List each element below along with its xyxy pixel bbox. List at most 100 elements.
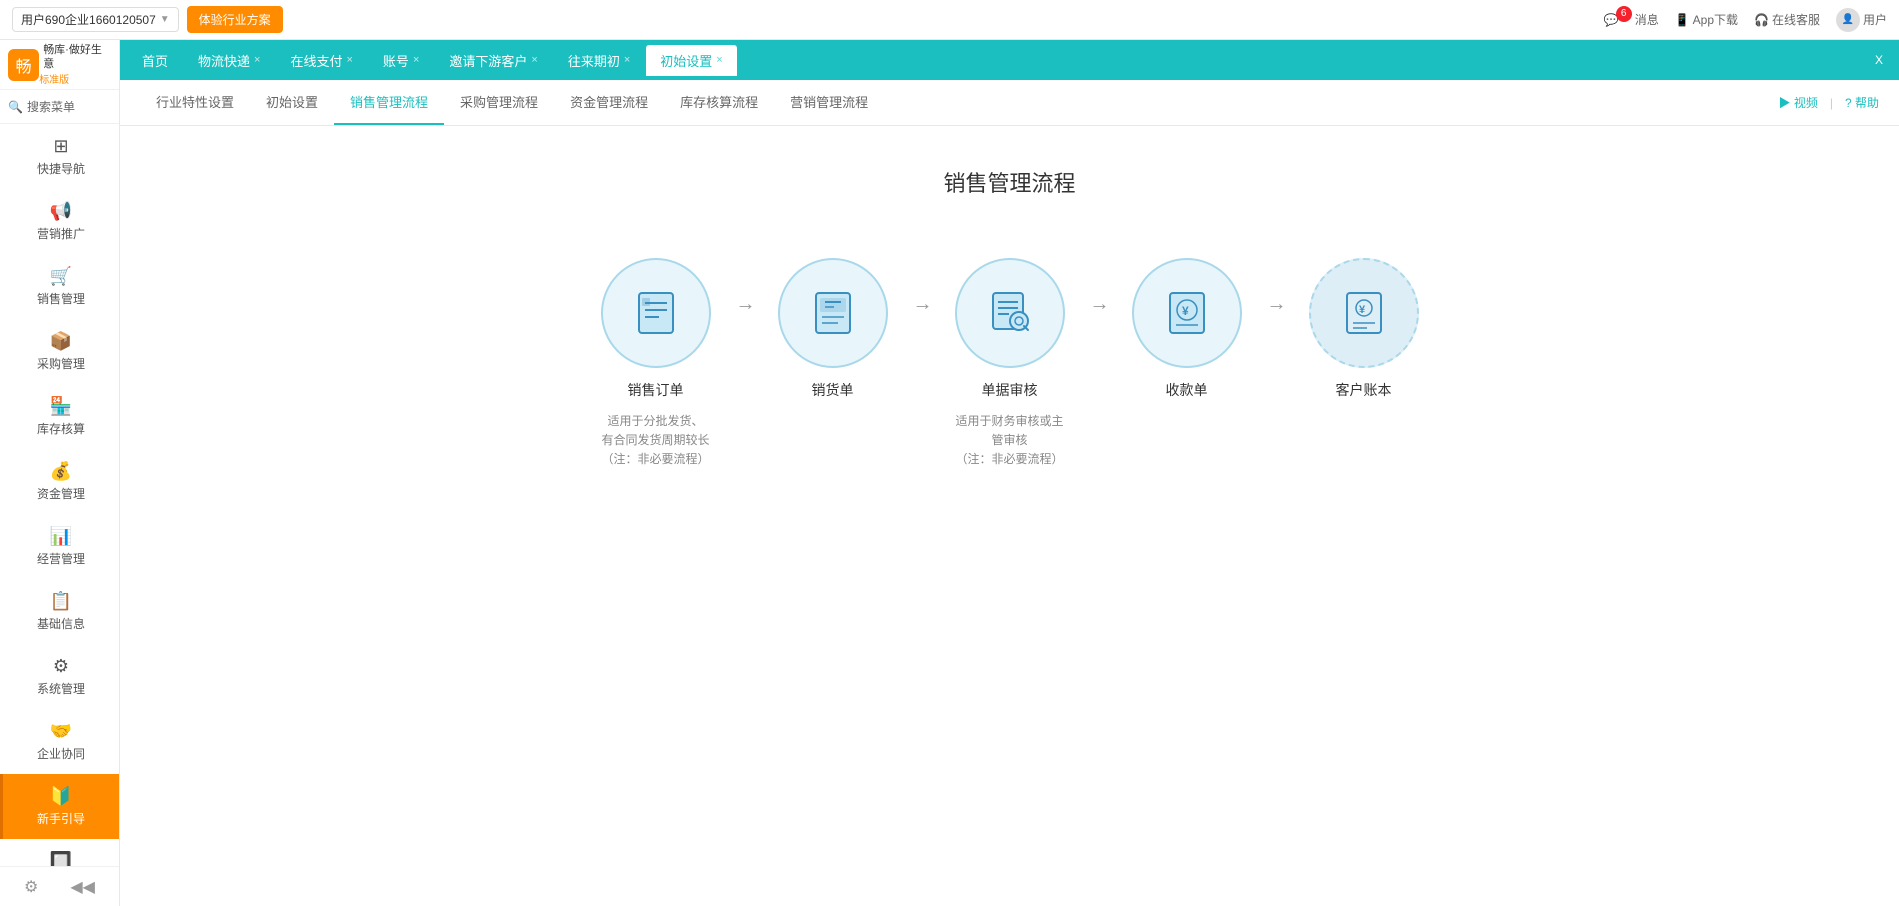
nav-tab-close-icon[interactable]: × (716, 54, 722, 66)
sidebar-item-purchase[interactable]: 📦 采购管理 (0, 319, 119, 384)
logo-sub-text: 标准版 (39, 71, 111, 86)
collapse-sidebar-icon[interactable]: ◀◀ (70, 877, 95, 897)
sidebar-item-inventory[interactable]: 🏪 库存核算 (0, 384, 119, 449)
sub-tab-purchase-flow[interactable]: 采购管理流程 (444, 80, 554, 125)
sidebar-item-new-guide[interactable]: 🔰 新手引导 (0, 774, 119, 839)
divider: | (1830, 96, 1833, 110)
video-label: 视频 (1794, 96, 1818, 110)
sidebar-logo: 畅 畅库·做好生意 标准版 (0, 40, 119, 90)
nav-tab-init-settings[interactable]: 初始设置 × (646, 45, 736, 76)
flow-desc-doc-review: 适用于财务审核或主管审核（注：非必要流程） (955, 412, 1063, 470)
sub-tab-inventory-flow[interactable]: 库存核算流程 (664, 80, 774, 125)
purchase-icon: 📦 (50, 331, 72, 352)
flow-item-customer-account: ¥ 客户账本 (1284, 258, 1444, 412)
nav-tab-label: 首页 (142, 51, 168, 70)
operations-icon: 📊 (50, 526, 72, 547)
sidebar-item-marketing[interactable]: 📢 营销推广 (0, 189, 119, 254)
nav-tab-logistics[interactable]: 物流快递 × (184, 45, 274, 76)
flow-item-doc-review: 单据审核 适用于财务审核或主管审核（注：非必要流程） (930, 258, 1090, 470)
sales-icon: 🛒 (50, 266, 72, 287)
flow-desc-sales-order: 适用于分批发货、有合同发货周期较长（注：非必要流程） (601, 412, 709, 470)
new-guide-icon: 🔰 (50, 786, 72, 807)
nav-tab-close-icon[interactable]: × (624, 54, 630, 66)
flow-item-sales-invoice: 销货单 (753, 258, 913, 412)
flow-diagram: 销售订单 适用于分批发货、有合同发货周期较长（注：非必要流程） → (140, 258, 1879, 470)
nav-tab-close-icon[interactable]: × (346, 54, 352, 66)
flow-circle-sales-invoice[interactable] (778, 258, 888, 368)
top-bar: 用户690企业1660120507 ▼ 体验行业方案 💬 6 消息 📱 App下… (0, 0, 1899, 40)
finance-icon: 💰 (50, 461, 72, 482)
sidebar-item-label: 企业协同 (37, 745, 85, 762)
page-content: 销售管理流程 销售订单 适用于分批发货、有合同 (120, 126, 1899, 906)
nav-tab-close-icon[interactable]: × (254, 54, 260, 66)
arrow-icon: → (1090, 293, 1107, 316)
sub-tab-sales-flow[interactable]: 销售管理流程 (334, 80, 444, 125)
page-sub-tabs: 行业特性设置 初始设置 销售管理流程 采购管理流程 资金管理流程 库存核算流程 … (120, 80, 1899, 126)
svg-text:¥: ¥ (1359, 304, 1366, 316)
help-label: 帮助 (1855, 96, 1879, 110)
flow-circle-doc-review[interactable] (955, 258, 1065, 368)
sidebar-item-system[interactable]: ⚙ 系统管理 (0, 644, 119, 709)
sidebar-item-operations[interactable]: 📊 经营管理 (0, 514, 119, 579)
arrow-icon: → (736, 293, 753, 316)
nav-tab-invite[interactable]: 邀请下游客户 × (435, 45, 551, 76)
nav-tab-period-init[interactable]: 往来期初 × (554, 45, 644, 76)
message-item[interactable]: 💬 6 消息 (1604, 11, 1659, 28)
sidebar-footer: ⚙ ◀◀ (0, 866, 119, 906)
nav-tab-close-icon[interactable]: × (413, 54, 419, 66)
flow-label-sales-invoice: 销货单 (812, 380, 854, 400)
flow-circle-sales-order[interactable] (601, 258, 711, 368)
top-bar-left: 用户690企业1660120507 ▼ 体验行业方案 (12, 6, 283, 33)
nav-tab-label: 在线支付 (290, 51, 342, 70)
flow-arrow-3: → (1090, 258, 1107, 316)
user-select[interactable]: 用户690企业1660120507 ▼ (12, 7, 179, 32)
nav-tab-online-pay[interactable]: 在线支付 × (276, 45, 366, 76)
sidebar-item-quick-nav[interactable]: ⊞ 快捷导航 (0, 124, 119, 189)
sidebar-item-label: 基础信息 (37, 615, 85, 632)
sidebar-item-sales[interactable]: 🛒 销售管理 (0, 254, 119, 319)
page-title: 销售管理流程 (140, 166, 1879, 198)
flow-circle-customer-account[interactable]: ¥ (1309, 258, 1419, 368)
flow-label-doc-review: 单据审核 (982, 380, 1038, 400)
inventory-icon: 🏪 (50, 396, 72, 417)
sidebar-item-finance[interactable]: 💰 资金管理 (0, 449, 119, 514)
sub-tab-finance-flow[interactable]: 资金管理流程 (554, 80, 664, 125)
sidebar-item-label: 营销推广 (37, 225, 85, 242)
sidebar-item-label: 资金管理 (37, 485, 85, 502)
trial-button[interactable]: 体验行业方案 (187, 6, 283, 33)
flow-arrow-4: → (1267, 258, 1284, 316)
close-all-tabs-button[interactable]: X (1867, 49, 1891, 71)
play-icon: ▶ (1778, 96, 1790, 110)
nav-tab-close-icon[interactable]: × (531, 54, 537, 66)
sidebar-item-basic-info[interactable]: 📋 基础信息 (0, 579, 119, 644)
video-action[interactable]: ▶ 视频 (1778, 94, 1817, 111)
sales-invoice-icon (808, 288, 858, 338)
sidebar-search[interactable]: 🔍 搜索菜单 (0, 90, 119, 124)
search-icon: 🔍 (8, 100, 23, 114)
sub-tab-init[interactable]: 初始设置 (250, 80, 334, 125)
arrow-icon: → (1267, 293, 1284, 316)
sub-tab-industry[interactable]: 行业特性设置 (140, 80, 250, 125)
sales-order-icon (631, 288, 681, 338)
settings-footer-icon[interactable]: ⚙ (24, 877, 38, 897)
sidebar: 畅 畅库·做好生意 标准版 🔍 搜索菜单 ⊞ 快捷导航 📢 营销推广 🛒 销售管… (0, 40, 120, 906)
nav-tab-account[interactable]: 账号 × (369, 45, 433, 76)
receipt-icon: ¥ (1162, 288, 1212, 338)
nav-tab-home[interactable]: 首页 (128, 45, 182, 76)
content-area: 首页 物流快递 × 在线支付 × 账号 × 邀请下游客户 × 往来期初 × (120, 40, 1899, 906)
search-label: 搜索菜单 (27, 98, 75, 115)
basic-info-icon: 📋 (50, 591, 72, 612)
logo-icon: 畅 (8, 49, 39, 81)
sidebar-item-enterprise[interactable]: 🤝 企业协同 (0, 709, 119, 774)
nav-tab-label: 邀请下游客户 (449, 51, 527, 70)
help-action[interactable]: ? 帮助 (1845, 94, 1879, 111)
sidebar-nav: ⊞ 快捷导航 📢 营销推广 🛒 销售管理 📦 采购管理 🏪 库存核算 💰 (0, 124, 119, 866)
flow-circle-receipt[interactable]: ¥ (1132, 258, 1242, 368)
app-download-item[interactable]: 📱 App下载 (1675, 11, 1738, 28)
user-avatar-item[interactable]: 👤 用户 (1836, 8, 1887, 32)
service-item[interactable]: 🎧 在线客服 (1754, 11, 1820, 28)
sub-tab-marketing-flow[interactable]: 营销管理流程 (774, 80, 884, 125)
flow-label-sales-order: 销售订单 (628, 380, 684, 400)
sidebar-item-app-center[interactable]: 🔲 应用中心 (0, 839, 119, 866)
app-label: App下载 (1693, 11, 1738, 28)
